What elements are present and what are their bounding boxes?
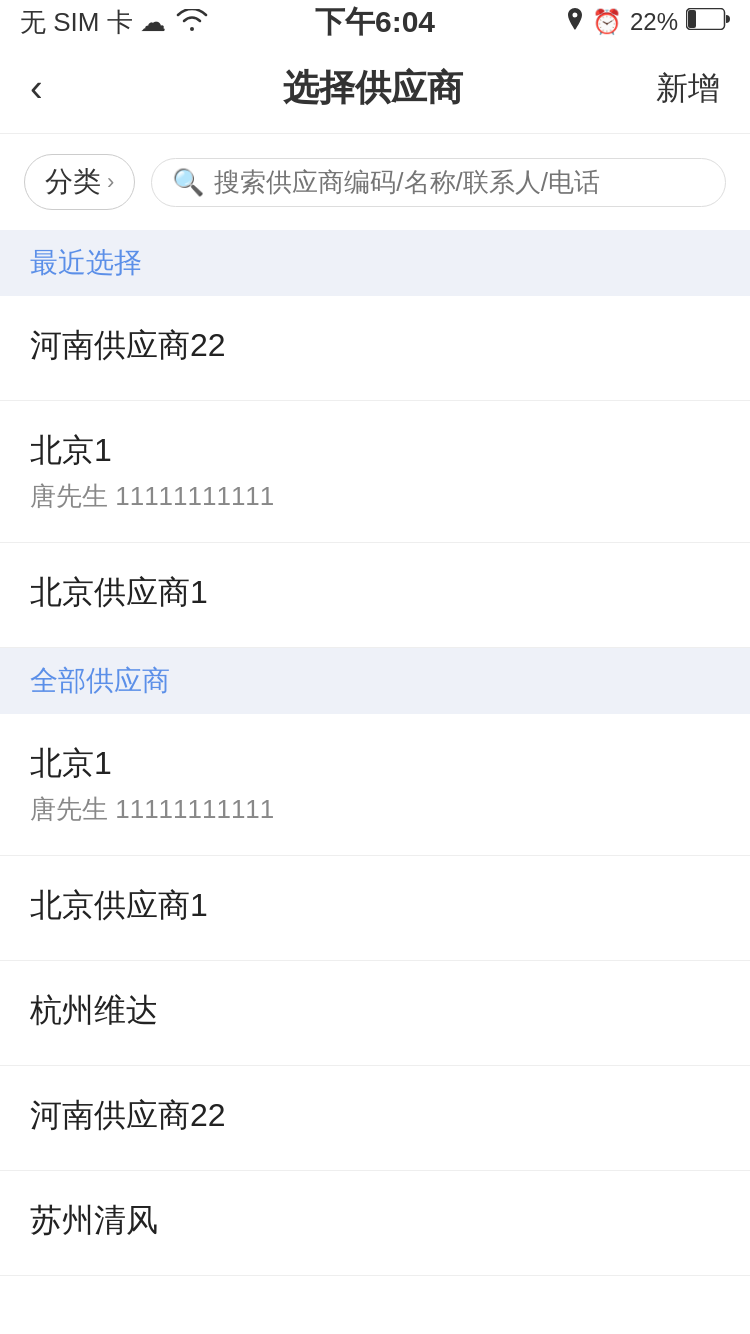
- nav-bar: ‹ 选择供应商 新增: [0, 44, 750, 134]
- svg-rect-1: [688, 10, 696, 28]
- status-right: ⏰ 22%: [566, 8, 730, 36]
- sim-status: 无 SIM 卡 ☁: [20, 5, 166, 40]
- all-section-header: 全部供应商: [0, 648, 750, 714]
- item-name: 北京1: [30, 429, 720, 473]
- item-name: 河南供应商22: [30, 324, 720, 368]
- item-name: 北京供应商1: [30, 884, 720, 928]
- list-item[interactable]: 北京1 唐先生 11111111111: [0, 401, 750, 543]
- category-filter-button[interactable]: 分类 ›: [24, 154, 135, 210]
- item-name: 杭州维达: [30, 989, 720, 1033]
- status-time: 下午6:04: [315, 2, 435, 43]
- battery-icon: [686, 8, 730, 36]
- add-button[interactable]: 新增: [656, 67, 720, 111]
- recent-list: 河南供应商22 北京1 唐先生 11111111111 北京供应商1: [0, 296, 750, 648]
- chevron-right-icon: ›: [107, 169, 114, 195]
- category-label: 分类: [45, 163, 101, 201]
- search-icon: 🔍: [172, 167, 204, 198]
- list-item[interactable]: 北京1 唐先生 11111111111: [0, 714, 750, 856]
- page-title: 选择供应商: [283, 64, 463, 113]
- list-item[interactable]: 北京供应商1: [0, 856, 750, 961]
- item-name: 河南供应商22: [30, 1094, 720, 1138]
- battery-level: 22%: [630, 8, 678, 36]
- filter-bar: 分类 › 🔍: [0, 134, 750, 230]
- item-name: 北京供应商1: [30, 571, 720, 615]
- all-suppliers-list: 北京1 唐先生 11111111111 北京供应商1 杭州维达河南供应商22 苏州清风: [0, 714, 750, 1276]
- list-item[interactable]: 河南供应商22: [0, 1066, 750, 1171]
- list-item[interactable]: 北京供应商1: [0, 543, 750, 648]
- wifi-icon: [176, 7, 208, 38]
- search-input[interactable]: [214, 167, 705, 198]
- all-section-label: 全部供应商: [30, 665, 170, 696]
- search-box[interactable]: 🔍: [151, 158, 726, 207]
- status-left: 无 SIM 卡 ☁: [20, 5, 208, 40]
- location-icon: [566, 8, 584, 36]
- list-item[interactable]: 苏州清风: [0, 1171, 750, 1276]
- item-sub: 唐先生 11111111111: [30, 479, 720, 514]
- list-item[interactable]: 河南供应商22: [0, 296, 750, 401]
- item-name: 苏州清风: [30, 1199, 720, 1243]
- back-button[interactable]: ‹: [30, 67, 90, 110]
- recent-section-header: 最近选择: [0, 230, 750, 296]
- status-bar: 无 SIM 卡 ☁ 下午6:04 ⏰ 22%: [0, 0, 750, 44]
- alarm-icon: ⏰: [592, 8, 622, 36]
- recent-section-label: 最近选择: [30, 247, 142, 278]
- item-name: 北京1: [30, 742, 720, 786]
- list-item[interactable]: 杭州维达: [0, 961, 750, 1066]
- item-sub: 唐先生 11111111111: [30, 792, 720, 827]
